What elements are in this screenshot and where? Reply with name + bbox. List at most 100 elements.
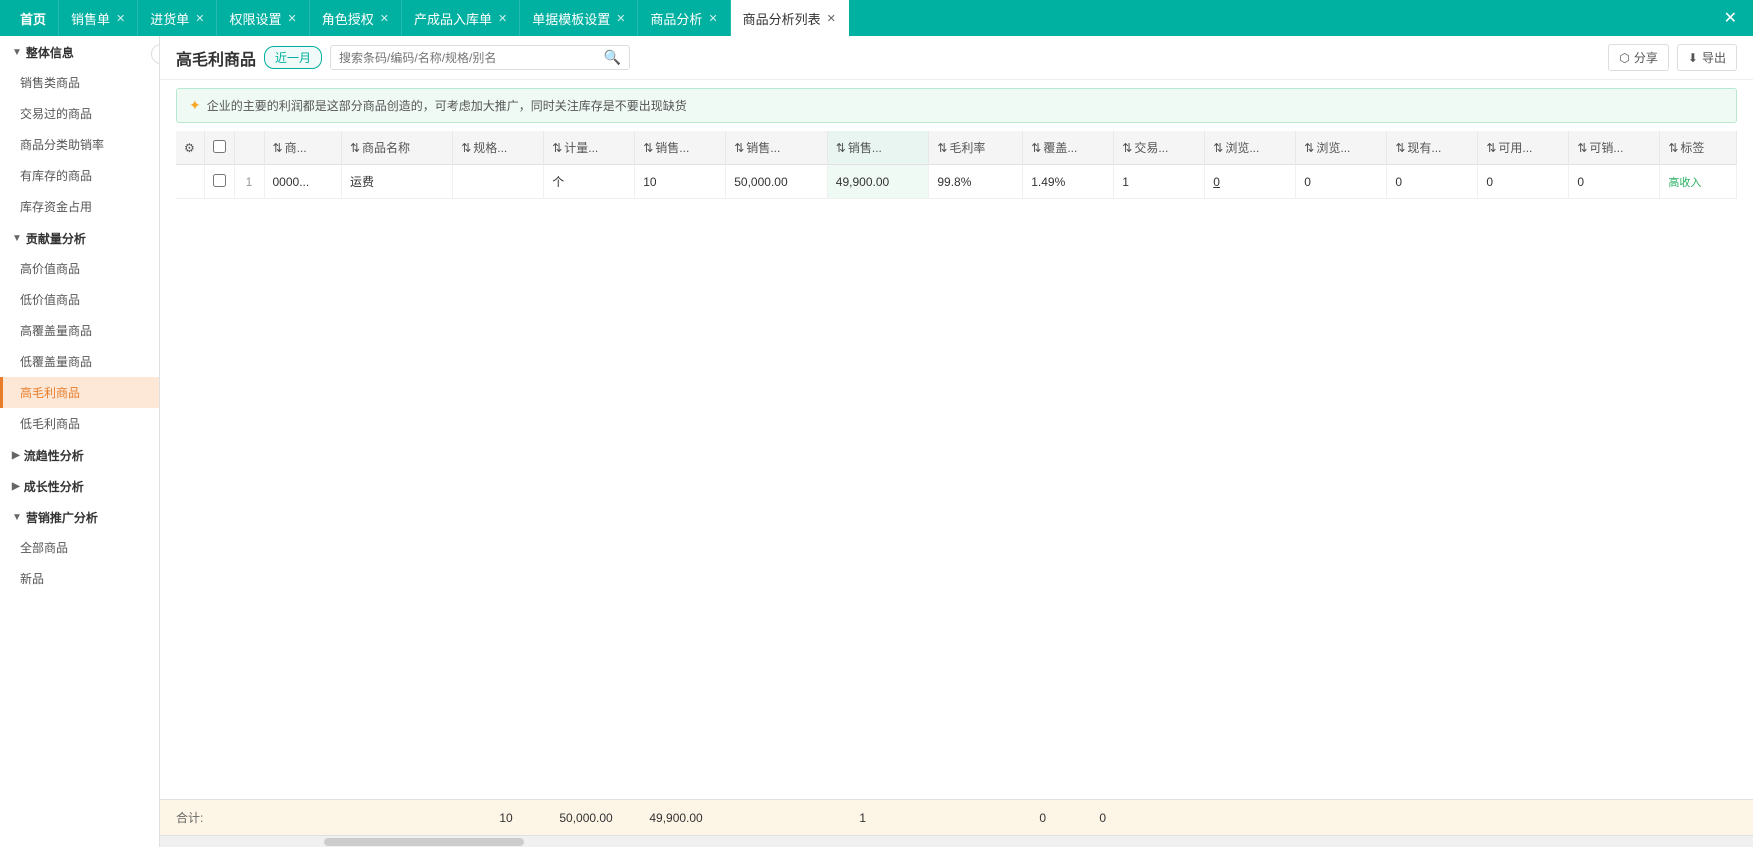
table-wrapper: ⚙ ⇅商... ⇅商品名称 ⇅规格... ⇅计量...: [176, 131, 1737, 799]
th-trade[interactable]: ⇅交易...: [1114, 131, 1205, 165]
row-checkbox[interactable]: [213, 174, 226, 187]
th-stock-sell[interactable]: ⇅可销...: [1569, 131, 1660, 165]
cell-code: 0000...: [264, 165, 341, 199]
sidebar-group-marketing[interactable]: ▼ 营销推广分析: [0, 501, 159, 532]
cell-browse2: 0: [1296, 165, 1387, 199]
sidebar-item-stock-fund[interactable]: 库存资金占用: [0, 191, 159, 222]
nav-tab-product-in[interactable]: 产成品入库单 ✕: [402, 0, 520, 36]
sidebar-item-high-margin[interactable]: 高毛利商品: [0, 377, 159, 408]
th-checkbox[interactable]: [204, 131, 234, 165]
sidebar-item-high-value[interactable]: 高价值商品: [0, 253, 159, 284]
th-cover-rate[interactable]: ⇅覆盖...: [1023, 131, 1114, 165]
th-sales-cost[interactable]: ⇅销售...: [827, 131, 929, 165]
sidebar-item-low-value[interactable]: 低价值商品: [0, 284, 159, 315]
close-purchase-tab[interactable]: ✕: [195, 12, 204, 25]
cell-rownum: 1: [234, 165, 264, 199]
th-stock-avail[interactable]: ⇅可用...: [1478, 131, 1569, 165]
top-nav: 首页 销售单 ✕ 进货单 ✕ 权限设置 ✕ 角色授权 ✕ 产成品入库单 ✕ 单据…: [0, 0, 1753, 36]
footer-label: 合计:: [176, 809, 203, 826]
nav-tab-analysis[interactable]: 商品分析 ✕: [638, 0, 730, 36]
tag-label: 高收入: [1668, 177, 1701, 189]
th-unit[interactable]: ⇅计量...: [544, 131, 635, 165]
cell-settings: [176, 165, 204, 199]
cell-stock-sell: 0: [1569, 165, 1660, 199]
filter-recent-month-button[interactable]: 近一月: [264, 46, 322, 69]
nav-tab-template[interactable]: 单据模板设置 ✕: [520, 0, 638, 36]
sidebar-item-low-coverage[interactable]: 低覆盖量商品: [0, 346, 159, 377]
sidebar-item-sales-goods[interactable]: 销售类商品: [0, 67, 159, 98]
cell-checkbox[interactable]: [204, 165, 234, 199]
close-role-tab[interactable]: ✕: [380, 12, 389, 25]
nav-tab-permission[interactable]: 权限设置 ✕: [217, 0, 309, 36]
arrow-icon-2: ▼: [12, 233, 22, 244]
arrow-icon: ▼: [12, 47, 22, 58]
cell-spec: [453, 165, 544, 199]
cell-name[interactable]: 运费: [341, 165, 452, 199]
cell-sales-qty: 10: [635, 165, 726, 199]
search-input[interactable]: [339, 51, 604, 65]
nav-tab-role[interactable]: 角色授权 ✕: [310, 0, 402, 36]
th-settings[interactable]: ⚙: [176, 131, 204, 165]
cell-stock-cur: 0: [1387, 165, 1478, 199]
close-product-in-tab[interactable]: ✕: [498, 12, 507, 25]
sidebar-item-low-margin[interactable]: 低毛利商品: [0, 408, 159, 439]
sidebar-item-category-rate[interactable]: 商品分类助销率: [0, 129, 159, 160]
cell-sales-cost: 49,900.00: [827, 165, 929, 199]
footer-total: 合计: 10 50,000.00 49,900.00 1 0 0: [160, 799, 1753, 835]
sidebar-group-trend[interactable]: ▶ 流趋性分析: [0, 439, 159, 470]
sidebar-item-high-coverage[interactable]: 高覆盖量商品: [0, 315, 159, 346]
th-code[interactable]: ⇅商...: [264, 131, 341, 165]
th-spec[interactable]: ⇅规格...: [453, 131, 544, 165]
sidebar-group-contribution[interactable]: ▼ 贡献量分析: [0, 222, 159, 253]
th-gross-rate[interactable]: ⇅毛利率: [929, 131, 1023, 165]
nav-tab-home[interactable]: 首页: [8, 0, 59, 36]
sidebar-group-overall[interactable]: ▼ 整体信息: [0, 36, 159, 67]
page-title: 高毛利商品: [176, 46, 256, 70]
cell-unit: 个: [544, 165, 635, 199]
select-all-checkbox[interactable]: [213, 140, 226, 153]
content-header: 高毛利商品 近一月 🔍 ⬡ 分享 ⬇ 导出: [160, 36, 1753, 80]
th-stock-cur[interactable]: ⇅现有...: [1387, 131, 1478, 165]
cell-browse1[interactable]: 0: [1205, 165, 1296, 199]
sidebar-item-all-goods[interactable]: 全部商品: [0, 532, 159, 563]
table-row: 1 0000... 运费 个 10 50,000.00 49,900.00 99…: [176, 165, 1737, 199]
cell-cover-rate: 1.49%: [1023, 165, 1114, 199]
footer-sales-qty: 10: [491, 811, 551, 825]
window-close-button[interactable]: ✕: [1716, 8, 1745, 28]
close-permission-tab[interactable]: ✕: [288, 12, 297, 25]
export-button[interactable]: ⬇ 导出: [1677, 44, 1737, 71]
th-sales-amt[interactable]: ⇅销售...: [726, 131, 828, 165]
close-analysis-tab[interactable]: ✕: [708, 12, 717, 25]
footer-spacer-2: [731, 811, 851, 825]
cell-gross-rate: 99.8%: [929, 165, 1023, 199]
sidebar-group-growth[interactable]: ▶ 成长性分析: [0, 470, 159, 501]
th-browse2[interactable]: ⇅浏览...: [1296, 131, 1387, 165]
th-browse1[interactable]: ⇅浏览...: [1205, 131, 1296, 165]
nav-tab-sales[interactable]: 销售单 ✕: [59, 0, 138, 36]
footer-browse1: [911, 811, 971, 825]
horizontal-scrollbar[interactable]: [160, 835, 1753, 847]
th-sales-qty[interactable]: ⇅销售...: [635, 131, 726, 165]
close-sales-tab[interactable]: ✕: [116, 12, 125, 25]
search-icon[interactable]: 🔍: [604, 49, 621, 66]
browse1-link[interactable]: 0: [1213, 175, 1220, 189]
nav-tab-purchase[interactable]: 进货单 ✕: [138, 0, 217, 36]
scrollbar-thumb[interactable]: [324, 838, 524, 846]
sidebar-item-stocked-goods[interactable]: 有库存的商品: [0, 160, 159, 191]
nav-tab-analysis-list[interactable]: 商品分析列表 ✕: [731, 0, 849, 36]
footer-browse2: [971, 811, 1031, 825]
th-tag[interactable]: ⇅标签: [1660, 131, 1737, 165]
cell-tag: 高收入: [1660, 165, 1737, 199]
close-template-tab[interactable]: ✕: [616, 12, 625, 25]
close-analysis-list-tab[interactable]: ✕: [827, 12, 836, 25]
sidebar-item-new-goods[interactable]: 新品: [0, 563, 159, 594]
arrow-icon-3: ▶: [12, 450, 20, 461]
share-button[interactable]: ⬡ 分享: [1608, 44, 1669, 71]
footer-trade: 1: [851, 811, 911, 825]
sidebar-item-traded-goods[interactable]: 交易过的商品: [0, 98, 159, 129]
cell-stock-avail: 0: [1478, 165, 1569, 199]
cell-trade: 1: [1114, 165, 1205, 199]
th-name[interactable]: ⇅商品名称: [341, 131, 452, 165]
share-icon: ⬡: [1619, 51, 1629, 65]
footer-stock-avail: 0: [1091, 811, 1151, 825]
